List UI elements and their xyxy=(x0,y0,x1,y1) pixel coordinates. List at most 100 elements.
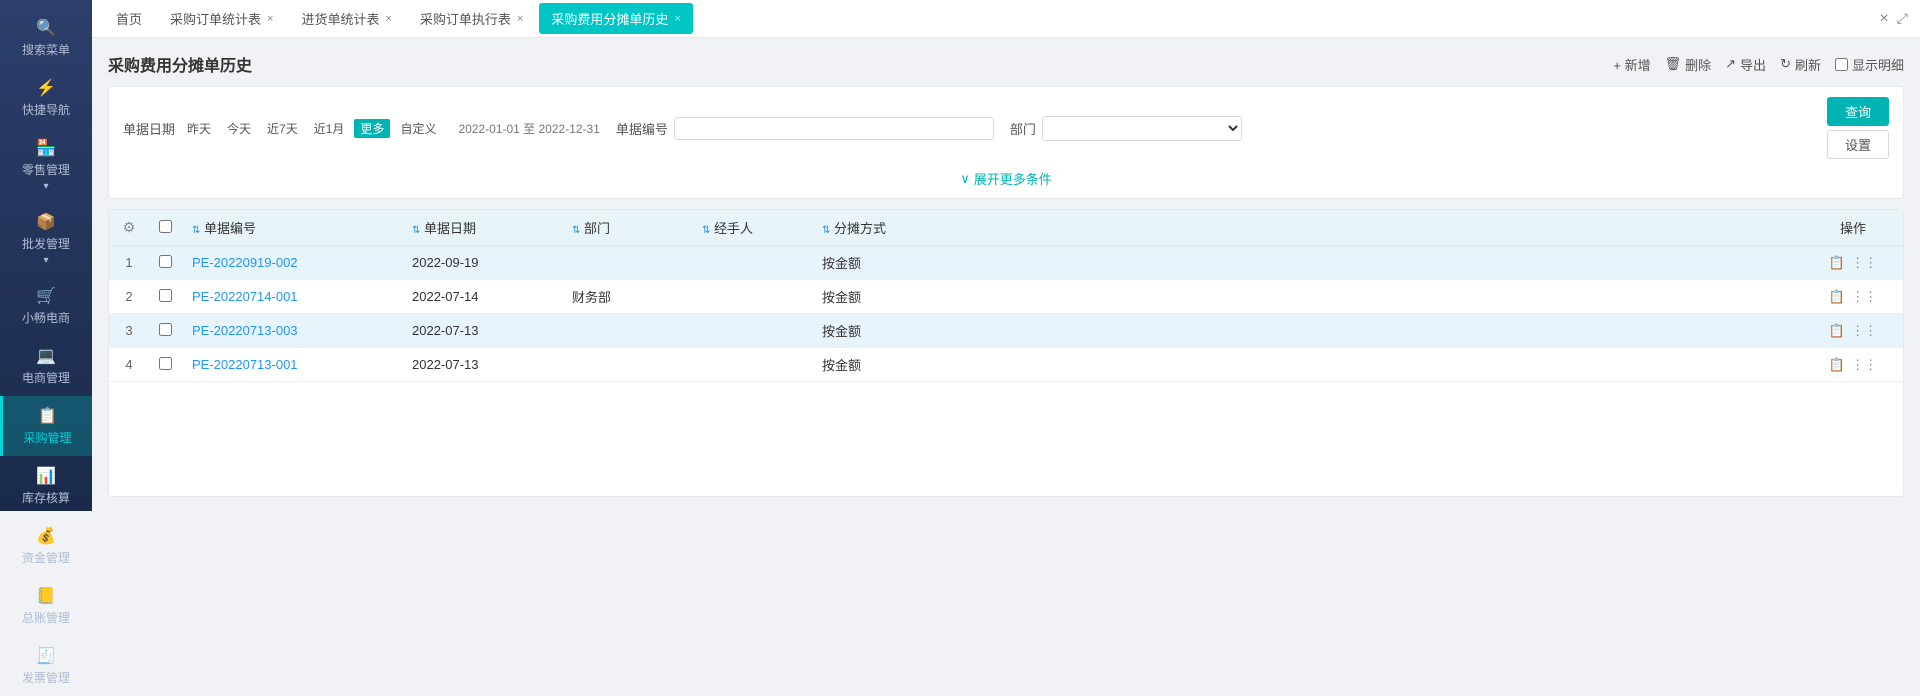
filter-row: 单据日期 昨天 今天 近7天 近1月 更多 自定义 2022-01-01 至 2… xyxy=(123,97,1889,159)
ecommerce-icon: 💻 xyxy=(36,346,56,366)
col-header-settings[interactable]: ⚙ xyxy=(109,210,149,246)
tab-close-icon[interactable]: × xyxy=(517,13,523,25)
quick-date-today[interactable]: 今天 xyxy=(221,119,257,138)
row-actions: 📋 ⋮⋮ xyxy=(1813,357,1893,373)
sidebar-item-label: 总账管理 xyxy=(22,609,70,626)
sidebar-item-quick-nav[interactable]: ⚡ 快捷导航 xyxy=(0,68,92,128)
order-no-link[interactable]: PE-20220713-001 xyxy=(192,357,298,372)
tab-close-icon[interactable]: × xyxy=(674,13,680,25)
view-icon[interactable]: 📋 xyxy=(1829,289,1845,305)
row-checkbox-cell xyxy=(149,314,182,348)
show-columns-toggle[interactable]: 显示明细 xyxy=(1835,55,1904,74)
sidebar-item-wholesale[interactable]: 📦 批发管理 ▾ xyxy=(0,202,92,276)
sort-icon: ⇅ xyxy=(822,225,830,236)
more-icon[interactable]: ⋮⋮ xyxy=(1851,289,1877,305)
tab-purchase-order-stats[interactable]: 采购订单统计表 × xyxy=(158,3,285,34)
header-actions: + 新增 🗑 删除 ↗ 导出 ↻ 刷新 显示明细 xyxy=(1613,55,1904,74)
expand-filter-button[interactable]: ∨ 展开更多条件 xyxy=(960,169,1052,188)
tab-close-icon[interactable]: × xyxy=(385,13,391,25)
show-columns-checkbox[interactable] xyxy=(1835,58,1848,71)
order-no-cell: PE-20220713-003 xyxy=(182,314,402,348)
more-icon[interactable]: ⋮⋮ xyxy=(1851,357,1877,373)
sidebar: 🔍 搜索菜单 ⚡ 快捷导航 🏪 零售管理 ▾ 📦 批发管理 ▾ 🛒 小畅电商 💻… xyxy=(0,0,92,511)
row-checkbox[interactable] xyxy=(159,289,172,302)
row-checkbox[interactable] xyxy=(159,255,172,268)
add-button[interactable]: + 新增 xyxy=(1613,55,1650,74)
refresh-icon: ↻ xyxy=(1780,56,1791,72)
sidebar-item-inventory[interactable]: 📊 库存核算 xyxy=(0,456,92,516)
tab-incoming-stats[interactable]: 进货单统计表 × xyxy=(289,3,403,34)
quick-date-more[interactable]: 更多 xyxy=(354,119,390,138)
table-settings-icon[interactable]: ⚙ xyxy=(123,219,136,235)
split-method-cell: 按金额 xyxy=(812,348,1803,382)
order-no-link[interactable]: PE-20220713-003 xyxy=(192,323,298,338)
row-checkbox-cell xyxy=(149,280,182,314)
sidebar-item-label: 小畅电商 xyxy=(22,309,70,326)
col-label: 经手人 xyxy=(714,221,753,236)
quick-date-yesterday[interactable]: 昨天 xyxy=(181,119,217,138)
quick-date-1month[interactable]: 近1月 xyxy=(308,119,351,138)
view-icon[interactable]: 📋 xyxy=(1829,357,1845,373)
table-header: ⚙ ⇅ 单据编号 ⇅ 单据日期 xyxy=(109,210,1903,246)
date-filter-group: 单据日期 昨天 今天 近7天 近1月 更多 自定义 xyxy=(123,119,442,138)
sidebar-item-label: 资金管理 xyxy=(22,549,70,566)
window-maximize-button[interactable]: ⤢ xyxy=(1897,10,1908,27)
order-no-filter-group: 单据编号 xyxy=(616,117,994,140)
tab-home[interactable]: 首页 xyxy=(104,3,154,34)
delete-label: 删除 xyxy=(1685,55,1711,74)
row-actions: 📋 ⋮⋮ xyxy=(1813,323,1893,339)
row-number: 3 xyxy=(109,314,149,348)
more-icon[interactable]: ⋮⋮ xyxy=(1851,255,1877,271)
sidebar-item-search[interactable]: 🔍 搜索菜单 xyxy=(0,8,92,68)
page-area: 采购费用分摊单历史 + 新增 🗑 删除 ↗ 导出 ↻ 刷新 显示明细 xyxy=(92,38,1920,511)
tab-label: 进货单统计表 xyxy=(301,9,379,28)
window-close-button[interactable]: × xyxy=(1879,10,1888,28)
tab-purchase-order-exec[interactable]: 采购订单执行表 × xyxy=(408,3,535,34)
row-actions: 📋 ⋮⋮ xyxy=(1813,289,1893,305)
sidebar-item-purchase[interactable]: 📋 采购管理 xyxy=(0,396,92,456)
sidebar-item-invoice[interactable]: 🧾 发票管理 xyxy=(0,636,92,696)
sort-icon: ⇅ xyxy=(192,225,200,236)
sidebar-item-retail[interactable]: 🏪 零售管理 ▾ xyxy=(0,128,92,202)
sidebar-item-ecommerce[interactable]: 💻 电商管理 xyxy=(0,336,92,396)
action-cell: 📋 ⋮⋮ xyxy=(1803,348,1903,382)
view-icon[interactable]: 📋 xyxy=(1829,323,1845,339)
quick-date-7days[interactable]: 近7天 xyxy=(261,119,304,138)
wholesale-icon: 📦 xyxy=(36,212,56,232)
date-filter-label: 单据日期 xyxy=(123,119,175,138)
tab-purchase-cost-history[interactable]: 采购费用分摊单历史 × xyxy=(539,3,692,34)
select-all-checkbox[interactable] xyxy=(159,220,172,233)
quick-date-custom[interactable]: 自定义 xyxy=(394,119,442,138)
col-header-order-no: ⇅ 单据编号 xyxy=(182,210,402,246)
sidebar-item-finance[interactable]: 💰 资金管理 xyxy=(0,516,92,576)
sidebar-item-ledger[interactable]: 📒 总账管理 xyxy=(0,576,92,636)
order-no-link[interactable]: PE-20220919-002 xyxy=(192,255,298,270)
order-no-link[interactable]: PE-20220714-001 xyxy=(192,289,298,304)
view-icon[interactable]: 📋 xyxy=(1829,255,1845,271)
tab-bar-actions: × ⤢ xyxy=(1879,10,1908,28)
table-row: 2 PE-20220714-001 2022-07-14 财务部 按金额 xyxy=(109,280,1903,314)
table-row: 4 PE-20220713-001 2022-07-13 按金额 xyxy=(109,348,1903,382)
sidebar-item-mini-shop[interactable]: 🛒 小畅电商 xyxy=(0,276,92,336)
search-icon: 🔍 xyxy=(36,18,56,38)
tab-close-icon[interactable]: × xyxy=(267,13,273,25)
row-checkbox-cell xyxy=(149,348,182,382)
dept-cell: 财务部 xyxy=(562,280,692,314)
sidebar-item-label: 发票管理 xyxy=(22,669,70,686)
refresh-button[interactable]: ↻ 刷新 xyxy=(1780,55,1821,74)
order-no-input[interactable] xyxy=(674,117,994,140)
row-checkbox[interactable] xyxy=(159,323,172,336)
export-button[interactable]: ↗ 导出 xyxy=(1725,55,1766,74)
dept-cell xyxy=(562,314,692,348)
dept-cell xyxy=(562,246,692,280)
page-title: 采购费用分摊单历史 xyxy=(108,52,252,76)
more-icon[interactable]: ⋮⋮ xyxy=(1851,323,1877,339)
handler-cell xyxy=(692,314,812,348)
inventory-icon: 📊 xyxy=(36,466,56,486)
row-checkbox[interactable] xyxy=(159,357,172,370)
sidebar-item-label: 电商管理 xyxy=(22,369,70,386)
filter-settings-button[interactable]: 设置 xyxy=(1827,130,1889,159)
delete-button[interactable]: 🗑 删除 xyxy=(1665,55,1712,74)
search-button[interactable]: 查询 xyxy=(1827,97,1889,126)
dept-select[interactable]: 财务部 xyxy=(1042,116,1242,141)
